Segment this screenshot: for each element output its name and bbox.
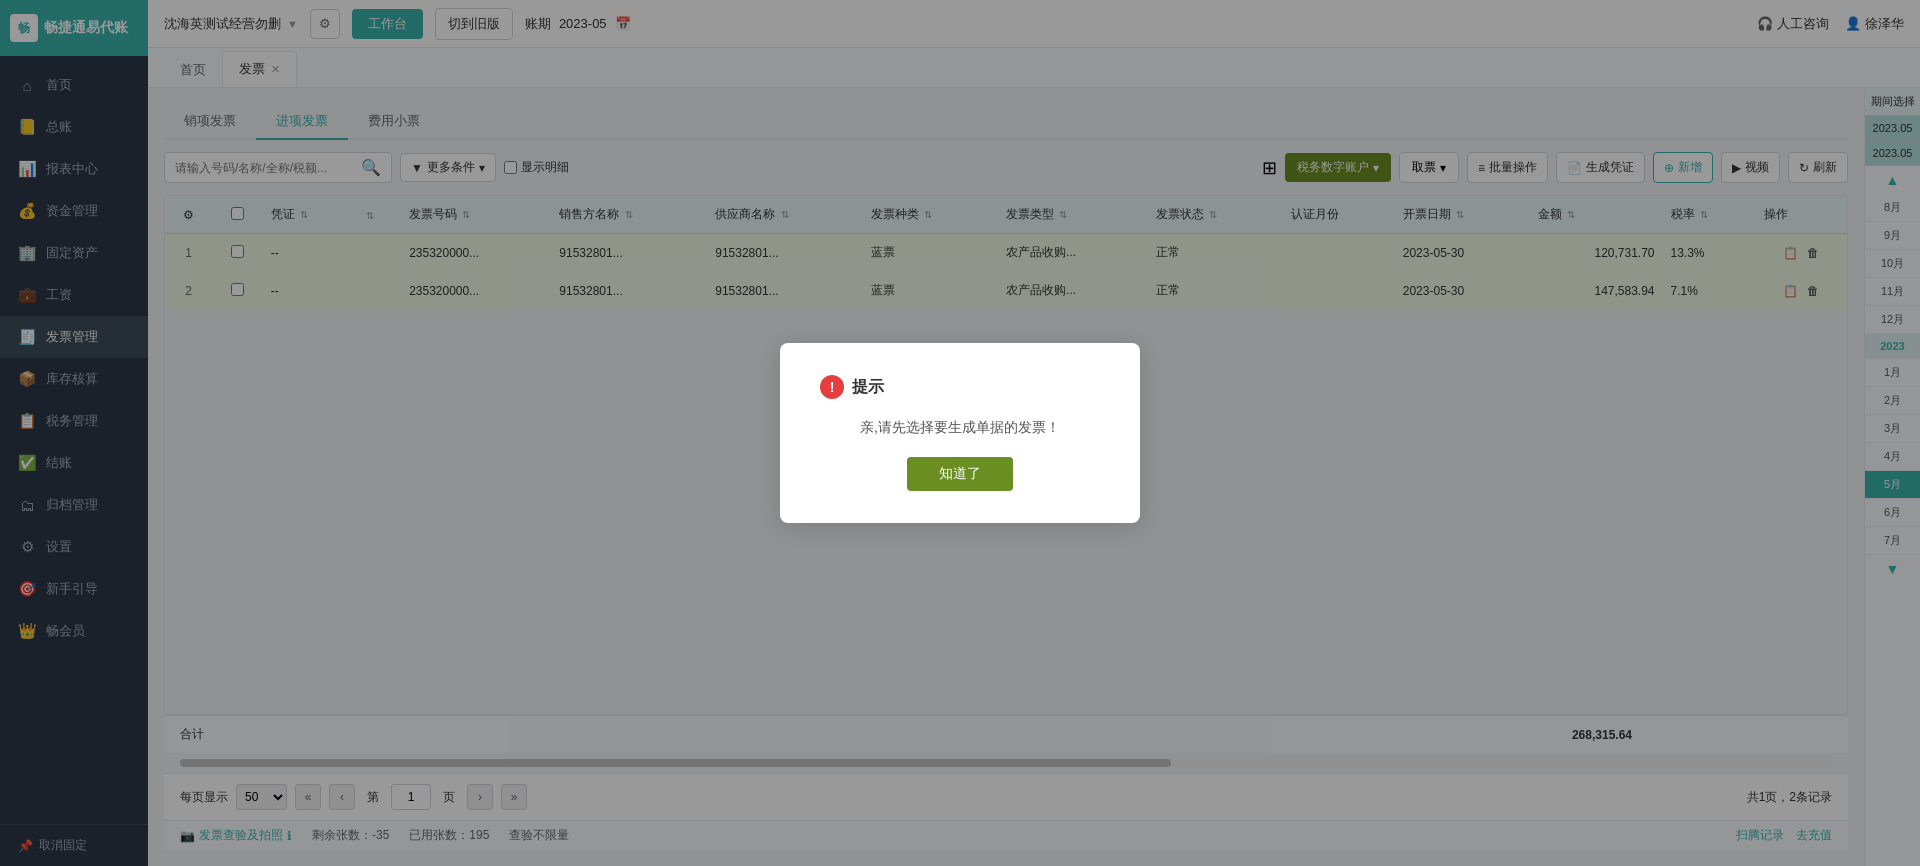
modal-ok-button[interactable]: 知道了 bbox=[907, 457, 1013, 491]
modal-title-row: ! 提示 bbox=[820, 375, 884, 399]
modal-message: 亲,请先选择要生成单据的发票！ bbox=[860, 419, 1060, 437]
modal-overlay: ! 提示 亲,请先选择要生成单据的发票！ 知道了 bbox=[0, 0, 1920, 866]
modal-warning-icon: ! bbox=[820, 375, 844, 399]
modal-title: 提示 bbox=[852, 377, 884, 398]
modal-dialog: ! 提示 亲,请先选择要生成单据的发票！ 知道了 bbox=[780, 343, 1140, 523]
